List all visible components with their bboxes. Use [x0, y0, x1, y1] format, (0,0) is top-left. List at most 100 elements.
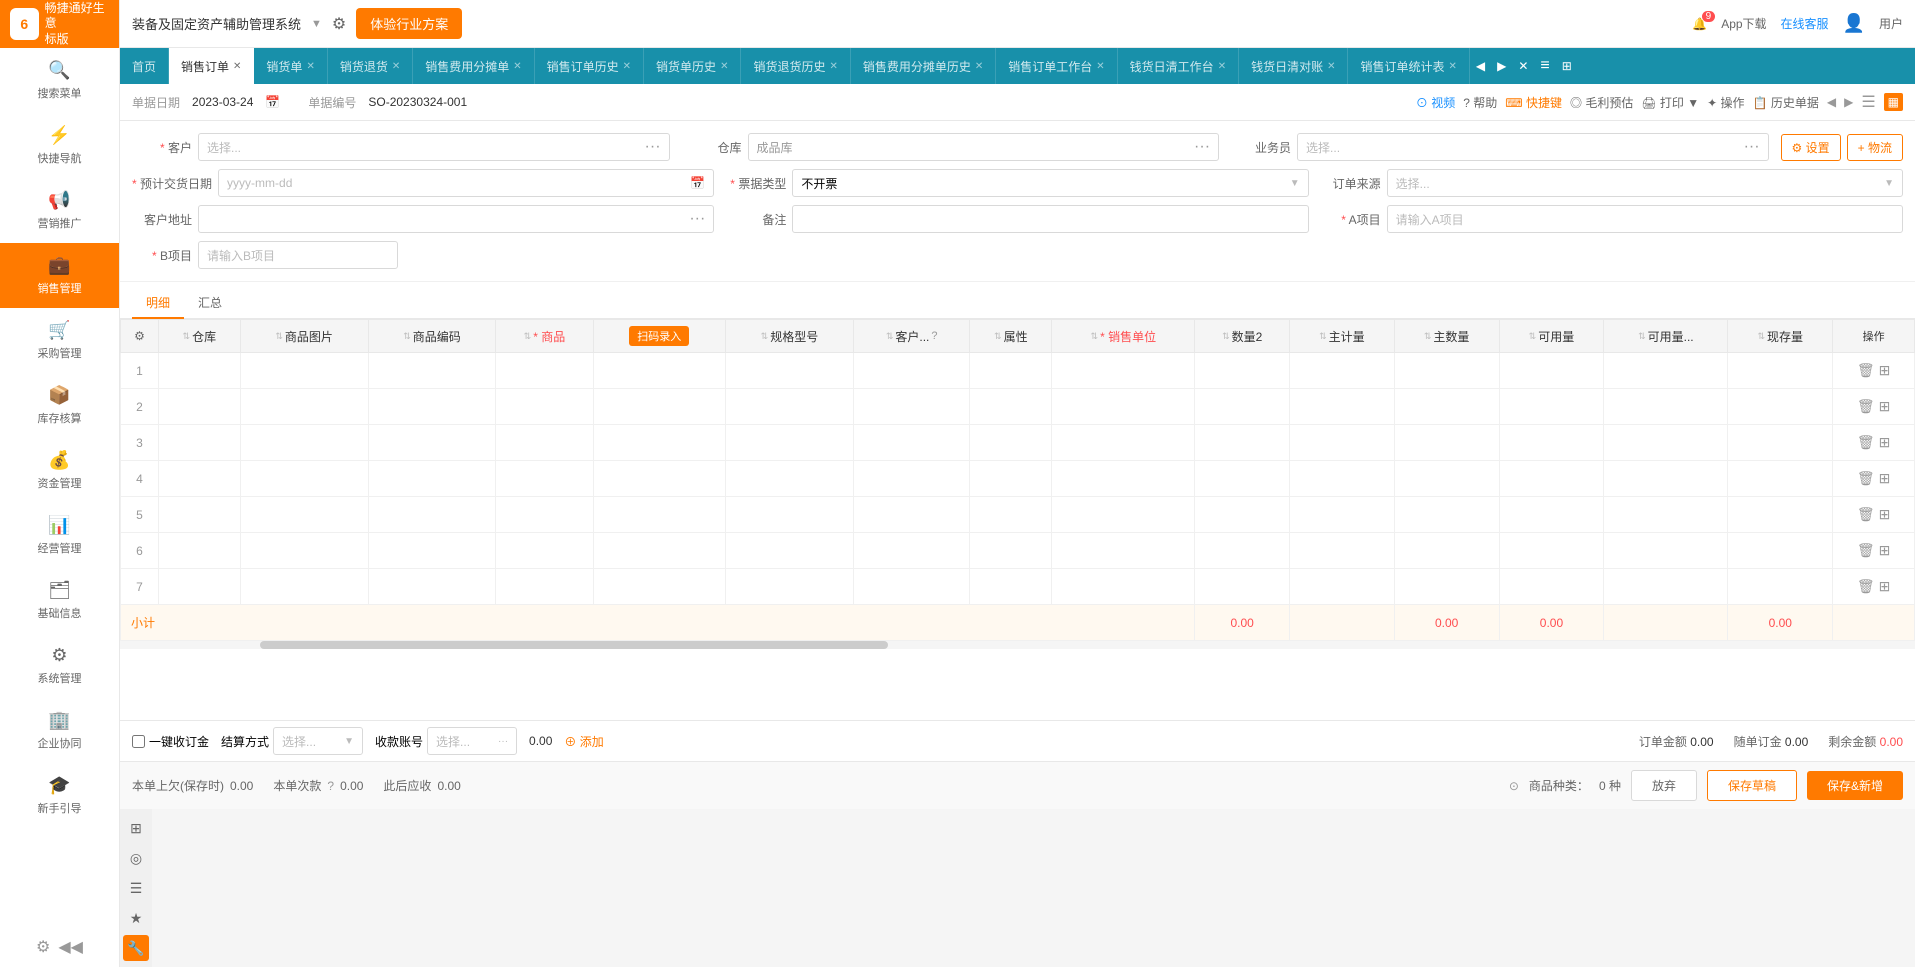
- row-6-product[interactable]: [496, 533, 593, 569]
- nav-prev-btn[interactable]: ◀: [1827, 95, 1836, 109]
- chevron-down-icon[interactable]: ▼: [311, 18, 322, 30]
- row-2-avail[interactable]: [1499, 389, 1604, 425]
- row-2-product[interactable]: [496, 389, 593, 425]
- row-2-copy-btn[interactable]: ⊞: [1879, 398, 1891, 415]
- row-7-avail[interactable]: [1499, 569, 1604, 605]
- col-sales-unit[interactable]: ⇅* 销售单位: [1052, 320, 1195, 353]
- row-4-stock[interactable]: [1728, 461, 1833, 497]
- order-source-select[interactable]: 选择... ▼: [1387, 169, 1903, 197]
- row-5-delete-btn[interactable]: 🗑: [1857, 506, 1875, 523]
- view-toggle-grid[interactable]: ▦: [1884, 93, 1903, 111]
- row-1-avail[interactable]: [1499, 353, 1604, 389]
- tab-stats-close[interactable]: ✕: [1449, 61, 1457, 72]
- row-5-unit[interactable]: [1052, 497, 1195, 533]
- tab-cashcheck[interactable]: 钱货日清对账 ✕: [1239, 48, 1348, 84]
- row-7-stock[interactable]: [1728, 569, 1833, 605]
- right-panel-star-btn[interactable]: ★: [123, 905, 149, 931]
- row-5-avail[interactable]: [1499, 497, 1604, 533]
- row-5-product[interactable]: [496, 497, 593, 533]
- tab-prev-btn[interactable]: ◀: [1470, 48, 1491, 84]
- col-customer-code[interactable]: ⇅客户...?: [853, 320, 970, 353]
- sidebar-item-search[interactable]: 🔍 搜索菜单: [0, 48, 119, 113]
- row-1-product[interactable]: [496, 353, 593, 389]
- row-4-product[interactable]: [496, 461, 593, 497]
- settings-btn[interactable]: ⚙ 设置: [1781, 134, 1841, 161]
- customer-input[interactable]: 选择... ···: [198, 133, 670, 161]
- row-4-delete-btn[interactable]: 🗑: [1857, 470, 1875, 487]
- row-2-custcode[interactable]: [853, 389, 970, 425]
- row-3-avail2[interactable]: [1604, 425, 1728, 461]
- tab-salesreturn-close[interactable]: ✕: [392, 61, 400, 72]
- col-main-unit[interactable]: ⇅主计量: [1289, 320, 1394, 353]
- tab-close-all-btn[interactable]: ✕: [1512, 48, 1534, 84]
- tab-workbench[interactable]: 销售订单工作台 ✕: [996, 48, 1117, 84]
- sidebar-collapse-btn[interactable]: ◀◀: [58, 937, 83, 957]
- row-1-warehouse[interactable]: [158, 353, 240, 389]
- row-5-code[interactable]: [368, 497, 496, 533]
- sidebar-item-enterprise[interactable]: 🏢 企业协同: [0, 698, 119, 763]
- row-3-spec[interactable]: [726, 425, 854, 461]
- tab-summary[interactable]: 汇总: [184, 288, 236, 319]
- row-2-spec[interactable]: [726, 389, 854, 425]
- row-3-mainqty[interactable]: [1394, 425, 1499, 461]
- calendar-icon[interactable]: 📅: [265, 95, 280, 109]
- row-2-stock[interactable]: [1728, 389, 1833, 425]
- row-3-mainunit[interactable]: [1289, 425, 1394, 461]
- row-1-custcode[interactable]: [853, 353, 970, 389]
- shortcut-btn[interactable]: ⌨ 快捷键: [1505, 94, 1562, 111]
- row-6-custcode[interactable]: [853, 533, 970, 569]
- scan-btn[interactable]: 扫码录入: [629, 326, 689, 346]
- remark-input[interactable]: [792, 205, 1308, 233]
- sidebar-settings-btn[interactable]: ⚙: [36, 937, 50, 957]
- row-7-warehouse[interactable]: [158, 569, 240, 605]
- tab-stats[interactable]: 销售订单统计表 ✕: [1348, 48, 1469, 84]
- row-4-mainunit[interactable]: [1289, 461, 1394, 497]
- a-project-input[interactable]: 请输入A项目: [1387, 205, 1903, 233]
- tab-returnhistory[interactable]: 销货退货历史 ✕: [741, 48, 850, 84]
- col-available2[interactable]: ⇅可用量...: [1604, 320, 1728, 353]
- row-5-mainqty[interactable]: [1394, 497, 1499, 533]
- address-input[interactable]: ···: [198, 205, 714, 233]
- col-warehouse[interactable]: ⇅仓库: [158, 320, 240, 353]
- right-panel-chart-btn[interactable]: ◎: [123, 845, 149, 871]
- row-7-custcode[interactable]: [853, 569, 970, 605]
- invoice-type-select[interactable]: 不开票 ▼: [792, 169, 1308, 197]
- col-qty2[interactable]: ⇅数量2: [1195, 320, 1290, 353]
- sidebar-item-purchase[interactable]: 🛒 采购管理: [0, 308, 119, 373]
- row-7-qty2[interactable]: [1195, 569, 1290, 605]
- row-3-code[interactable]: [368, 425, 496, 461]
- row-3-attr[interactable]: [970, 425, 1052, 461]
- row-7-unit[interactable]: [1052, 569, 1195, 605]
- print-btn[interactable]: 🖨 打印 ▼: [1641, 94, 1699, 111]
- tab-salesorder[interactable]: 销售订单 ✕: [169, 48, 254, 84]
- tab-cashday[interactable]: 钱货日清工作台 ✕: [1118, 48, 1239, 84]
- row-2-unit[interactable]: [1052, 389, 1195, 425]
- sidebar-item-system[interactable]: ⚙ 系统管理: [0, 633, 119, 698]
- salesperson-input[interactable]: 选择... ···: [1297, 133, 1769, 161]
- row-1-copy-btn[interactable]: ⊞: [1879, 362, 1891, 379]
- col-custcode-help[interactable]: ?: [931, 330, 937, 342]
- row-6-code[interactable]: [368, 533, 496, 569]
- operation-btn[interactable]: ✦ 操作: [1707, 94, 1744, 111]
- col-spec[interactable]: ⇅规格型号: [726, 320, 854, 353]
- row-4-avail2[interactable]: [1604, 461, 1728, 497]
- row-6-avail[interactable]: [1499, 533, 1604, 569]
- row-6-copy-btn[interactable]: ⊞: [1879, 542, 1891, 559]
- row-1-mainunit[interactable]: [1289, 353, 1394, 389]
- right-panel-expand-btn[interactable]: ⊞: [123, 815, 149, 841]
- row-1-code[interactable]: [368, 353, 496, 389]
- save-draft-btn[interactable]: 保存草稿: [1707, 770, 1797, 801]
- tab-salesorder-close[interactable]: ✕: [233, 61, 241, 72]
- row-2-delete-btn[interactable]: 🗑: [1857, 398, 1875, 415]
- row-2-avail2[interactable]: [1604, 389, 1728, 425]
- row-3-custcode[interactable]: [853, 425, 970, 461]
- tab-returnhistory-close[interactable]: ✕: [829, 61, 837, 72]
- row-3-copy-btn[interactable]: ⊞: [1879, 434, 1891, 451]
- row-2-qty2[interactable]: [1195, 389, 1290, 425]
- row-7-copy-btn[interactable]: ⊞: [1879, 578, 1891, 595]
- tab-feehistory[interactable]: 销售费用分摊单历史 ✕: [851, 48, 996, 84]
- row-3-product[interactable]: [496, 425, 593, 461]
- tab-detail[interactable]: 明细: [132, 288, 184, 319]
- row-4-attr[interactable]: [970, 461, 1052, 497]
- warehouse-more-icon[interactable]: ···: [1194, 138, 1210, 156]
